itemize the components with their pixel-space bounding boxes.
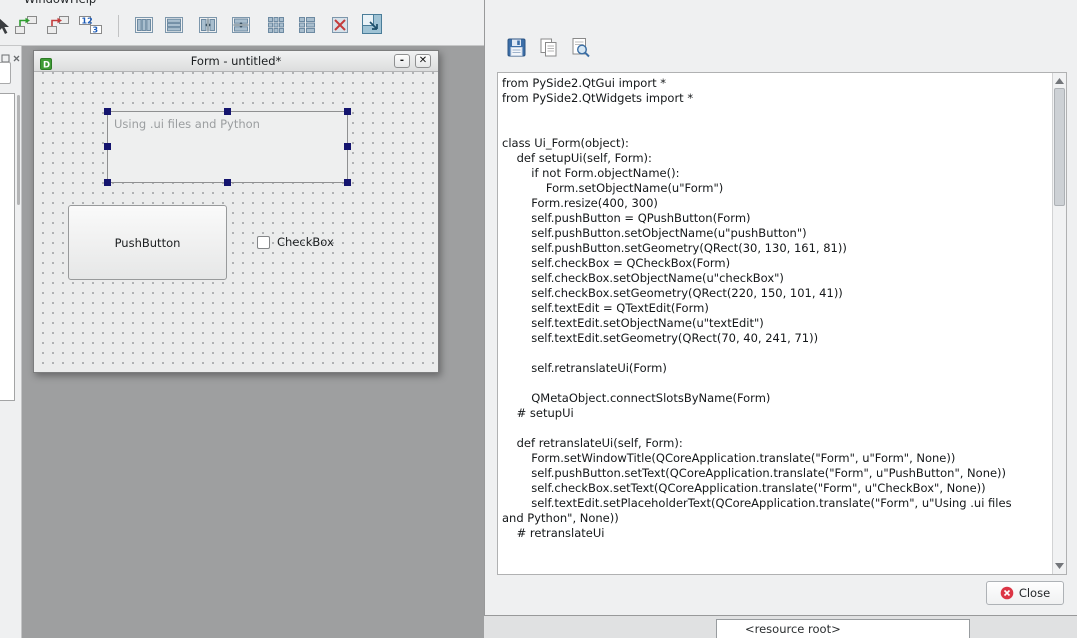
close-button-label: Close: [1019, 586, 1050, 600]
find-icon[interactable]: [569, 36, 592, 59]
code-line: Form.resize(400, 300): [502, 196, 1050, 211]
edit-signals-slots-icon[interactable]: [14, 12, 38, 38]
code-line: from PySide2.QtGui import *: [502, 76, 1050, 91]
selection-handle-bottom-right[interactable]: [344, 179, 351, 186]
layout-form-icon[interactable]: [295, 12, 319, 38]
code-line: if not Form.objectName():: [502, 166, 1050, 181]
code-scrollbar[interactable]: [1052, 73, 1066, 574]
layout-horizontal-splitter-icon[interactable]: [196, 12, 220, 38]
layout-vertical-icon[interactable]: [162, 12, 186, 38]
code-line: [502, 121, 1050, 136]
code-line: and Python", None)): [502, 511, 1050, 526]
code-line: # setupUi: [502, 406, 1050, 421]
code-line: class Ui_Form(object):: [502, 136, 1050, 151]
scroll-up-icon[interactable]: [1053, 74, 1066, 88]
edit-buddies-icon[interactable]: [46, 12, 70, 38]
code-line: self.checkBox.setGeometry(QRect(220, 150…: [502, 286, 1050, 301]
selection-handle-top-center[interactable]: [224, 108, 231, 115]
layout-grid-icon[interactable]: [264, 12, 288, 38]
code-line: Form.setWindowTitle(QCoreApplication.tra…: [502, 451, 1050, 466]
code-line: self.textEdit = QTextEdit(Form): [502, 301, 1050, 316]
dock-close-icon[interactable]: [12, 48, 21, 57]
code-preview-dialog: from PySide2.QtGui import * from PySide2…: [484, 0, 1077, 616]
code-line: self.checkBox.setText(QCoreApplication.t…: [502, 481, 1050, 496]
selection-handle-top-left[interactable]: [104, 108, 111, 115]
code-view[interactable]: from PySide2.QtGui import * from PySide2…: [497, 72, 1067, 575]
code-line: # retranslateUi: [502, 526, 1050, 541]
toolbar-separator: [118, 15, 119, 37]
copy-icon[interactable]: [537, 36, 560, 59]
code-line: [502, 106, 1050, 121]
checkbox-label: CheckBox: [277, 235, 334, 249]
resource-browser-strip: <resource root>: [484, 616, 1077, 638]
menu-window[interactable]: Window: [24, 0, 69, 6]
widget-box-dock: [0, 46, 22, 638]
selection-handle-bottom-center[interactable]: [224, 179, 231, 186]
dialog-close-button[interactable]: Close: [986, 581, 1064, 605]
textedit-placeholder: Using .ui files and Python: [114, 117, 260, 131]
break-layout-icon[interactable]: [328, 12, 352, 38]
code-line: def retranslateUi(self, Form):: [502, 436, 1050, 451]
resource-root-label: <resource root>: [745, 622, 841, 636]
code-line: self.pushButton.setObjectName(u"pushButt…: [502, 226, 1050, 241]
code-line: self.checkBox = QCheckBox(Form): [502, 256, 1050, 271]
code-line: self.textEdit.setGeometry(QRect(70, 40, …: [502, 331, 1050, 346]
widget-box-scrollbar[interactable]: [17, 95, 20, 205]
svg-text:3: 3: [93, 26, 99, 35]
code-line: self.pushButton = QPushButton(Form): [502, 211, 1050, 226]
code-line: self.checkBox.setObjectName(u"checkBox"): [502, 271, 1050, 286]
code-line: self.textEdit.setPlaceholderText(QCoreAp…: [502, 496, 1050, 511]
code-line: Form.setObjectName(u"Form"): [502, 181, 1050, 196]
dock-title-buttons: [1, 48, 21, 57]
selection-handle-bottom-left[interactable]: [104, 179, 111, 186]
close-circle-icon: [1000, 586, 1014, 600]
selection-handle-mid-left[interactable]: [104, 143, 111, 150]
scroll-down-icon[interactable]: [1053, 559, 1066, 573]
svg-text:12: 12: [82, 17, 93, 26]
save-icon[interactable]: [505, 36, 528, 59]
layout-vertical-splitter-icon[interactable]: [229, 12, 253, 38]
selection-handle-top-right[interactable]: [344, 108, 351, 115]
code-text: from PySide2.QtGui import * from PySide2…: [498, 73, 1052, 574]
edit-widgets-icon[interactable]: [0, 12, 13, 38]
pushbutton-widget[interactable]: PushButton: [68, 205, 227, 280]
code-line: self.textEdit.setObjectName(u"textEdit"): [502, 316, 1050, 331]
scrollbar-thumb[interactable]: [1054, 88, 1065, 206]
widget-box-list[interactable]: [0, 93, 15, 401]
adjust-size-icon[interactable]: [359, 12, 386, 38]
widget-filter-input[interactable]: [0, 62, 11, 84]
form-canvas[interactable]: Using .ui files and Python PushButton Ch…: [34, 72, 438, 372]
code-line: self.retranslateUi(Form): [502, 361, 1050, 376]
form-window-titlebar[interactable]: D Form - untitled* - ✕: [34, 51, 438, 72]
code-line: def setupUi(self, Form):: [502, 151, 1050, 166]
checkbox-widget[interactable]: CheckBox: [257, 234, 334, 250]
menu-help[interactable]: Help: [70, 0, 96, 6]
code-line: [502, 346, 1050, 361]
code-line: QMetaObject.connectSlotsByName(Form): [502, 391, 1050, 406]
code-line: [502, 376, 1050, 391]
form-window-title: Form - untitled*: [34, 54, 438, 68]
layout-horizontal-icon[interactable]: [132, 12, 156, 38]
resource-root-item[interactable]: <resource root>: [716, 619, 970, 638]
code-line: from PySide2.QtWidgets import *: [502, 91, 1050, 106]
mdi-area: D Form - untitled* - ✕ Using .ui files a…: [22, 46, 484, 638]
close-button[interactable]: ✕: [415, 54, 431, 68]
main-toolbar: Window Help 123: [0, 0, 484, 46]
selection-handle-mid-right[interactable]: [344, 143, 351, 150]
textedit-widget[interactable]: Using .ui files and Python: [107, 111, 348, 183]
code-line: [502, 421, 1050, 436]
qt-designer-screen: Window Help 123: [0, 0, 1077, 638]
form-designer-window: D Form - untitled* - ✕ Using .ui files a…: [33, 50, 439, 373]
dock-float-icon[interactable]: [1, 48, 10, 57]
checkbox-indicator[interactable]: [257, 236, 270, 249]
edit-tab-order-icon[interactable]: 123: [77, 12, 105, 38]
minimize-button[interactable]: -: [394, 54, 410, 68]
menubar: Window Help: [0, 0, 484, 7]
code-line: self.pushButton.setGeometry(QRect(30, 13…: [502, 241, 1050, 256]
code-line: self.pushButton.setText(QCoreApplication…: [502, 466, 1050, 481]
